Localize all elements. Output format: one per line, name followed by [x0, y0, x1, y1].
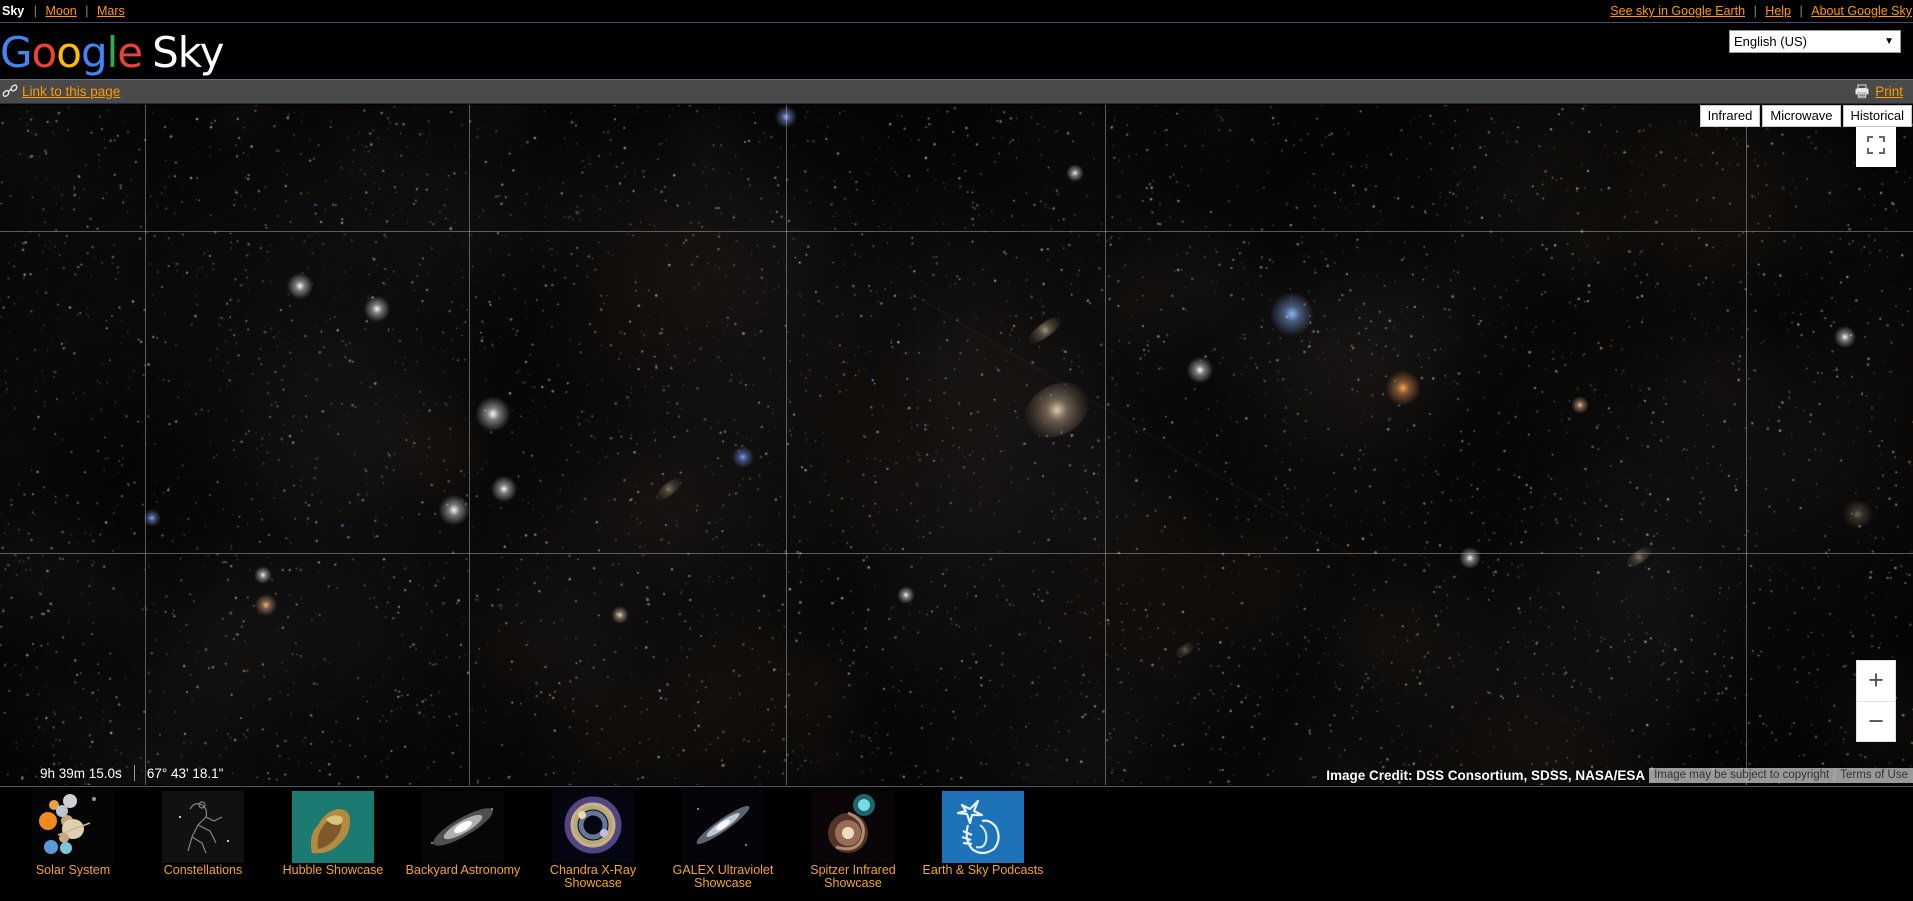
right-ascension-value: 9h 39m 15.0s [40, 766, 122, 781]
grid-line-vertical [1105, 105, 1106, 785]
copyright-note: Image may be subject to copyright [1649, 768, 1835, 783]
solar-system-thumbnail [32, 791, 114, 863]
logo-product-name: Sky [152, 28, 223, 77]
nav-see-sky-in-google-earth[interactable]: See sky in Google Earth [1609, 4, 1746, 18]
gallery-item-solar-system[interactable]: Solar System [8, 787, 138, 877]
terms-of-use-link[interactable]: Terms of Use [1835, 768, 1913, 783]
image-credit-bar: Image Credit: DSS Consortium, SDSS, NASA… [1326, 768, 1913, 783]
hubble-thumbnail [292, 791, 374, 863]
nav-separator: | [30, 4, 41, 18]
layer-button-infrared[interactable]: Infrared [1700, 105, 1761, 127]
zoom-in-button[interactable]: + [1857, 661, 1895, 702]
google-sky-logo[interactable]: GoogleSky [0, 28, 223, 77]
grid-line-vertical [469, 105, 470, 785]
zoom-controls: + − [1856, 660, 1896, 742]
gallery-item-chandra-xray-showcase[interactable]: Chandra X-Ray Showcase [528, 787, 658, 890]
chain-link-icon [2, 84, 18, 99]
layer-button-microwave[interactable]: Microwave [1762, 105, 1840, 127]
printer-icon [1854, 84, 1870, 99]
chevron-down-icon: ▼ [1884, 36, 1894, 47]
gallery-item-earth-and-sky-podcasts[interactable]: Earth & Sky Podcasts [918, 787, 1048, 877]
grid-line-vertical [1746, 105, 1747, 785]
gallery-item-constellations[interactable]: Constellations [138, 787, 268, 877]
nav-separator: | [81, 4, 92, 18]
constellations-thumbnail [162, 791, 244, 863]
galex-thumbnail [682, 791, 764, 863]
nav-help[interactable]: Help [1764, 4, 1792, 18]
logo-letter-g1: G [0, 28, 32, 77]
toolbar-right-group: Print [1854, 84, 1903, 99]
top-nav-right-links: See sky in Google Earth | Help | About G… [1609, 4, 1913, 18]
coordinate-readout: 9h 39m 15.0s 67° 43' 18.1" [0, 765, 223, 781]
top-navigation-bar: Sky | Moon | Mars See sky in Google Eart… [0, 0, 1913, 23]
nav-item-sky[interactable]: Sky [0, 4, 26, 18]
nav-item-mars[interactable]: Mars [96, 4, 126, 18]
sky-layer-buttons: Infrared Microwave Historical [1700, 105, 1912, 127]
logo-letter-o1: o [32, 28, 57, 77]
coordinate-divider [134, 765, 135, 781]
zoom-out-button[interactable]: − [1857, 702, 1895, 742]
gallery-item-label: Backyard Astronomy [406, 864, 521, 877]
earth-and-sky-thumbnail [942, 791, 1024, 863]
sky-image-canvas[interactable] [0, 105, 1913, 785]
fullscreen-button[interactable] [1856, 127, 1896, 167]
toolbar-left-group: Link to this page [2, 84, 120, 99]
logo-bar: GoogleSky English (US) ▼ [0, 24, 1913, 79]
nav-separator: | [1796, 4, 1807, 18]
showcase-gallery-strip: Solar System Constellations [0, 786, 1913, 901]
grid-line-horizontal [0, 231, 1913, 232]
gallery-item-label: Chandra X-Ray Showcase [530, 864, 656, 890]
gallery-item-galex-ultraviolet-showcase[interactable]: GALEX Ultraviolet Showcase [658, 787, 788, 890]
gallery-item-label: Spitzer Infrared Showcase [790, 864, 916, 890]
logo-letter-o2: o [56, 28, 81, 77]
top-nav-left-links: Sky | Moon | Mars [0, 4, 126, 18]
nav-item-moon[interactable]: Moon [44, 4, 77, 18]
logo-letter-l: l [107, 28, 118, 77]
gallery-item-label: GALEX Ultraviolet Showcase [660, 864, 786, 890]
backyard-astronomy-thumbnail [422, 791, 504, 863]
gallery-item-spitzer-infrared-showcase[interactable]: Spitzer Infrared Showcase [788, 787, 918, 890]
gallery-item-label: Solar System [36, 864, 110, 877]
logo-letter-g2: g [81, 28, 107, 77]
declination-value: 67° 43' 18.1" [147, 766, 224, 781]
link-to-this-page-link[interactable]: Link to this page [22, 84, 120, 99]
image-credit-text: Image Credit: DSS Consortium, SDSS, NASA… [1326, 768, 1649, 783]
nav-about-google-sky[interactable]: About Google Sky [1810, 4, 1913, 18]
language-select-value: English (US) [1734, 34, 1807, 49]
chandra-xray-thumbnail [552, 791, 634, 863]
gallery-item-label: Constellations [164, 864, 243, 877]
nav-separator: | [1750, 4, 1761, 18]
language-select[interactable]: English (US) ▼ [1729, 30, 1901, 53]
layer-button-historical[interactable]: Historical [1843, 105, 1912, 127]
print-link[interactable]: Print [1875, 84, 1903, 99]
gallery-item-label: Earth & Sky Podcasts [923, 864, 1044, 877]
logo-letter-e: e [117, 28, 142, 77]
spitzer-thumbnail [812, 791, 894, 863]
grid-line-vertical [145, 105, 146, 785]
gallery-item-label: Hubble Showcase [283, 864, 384, 877]
grid-line-vertical [786, 105, 787, 785]
gallery-item-hubble-showcase[interactable]: Hubble Showcase [268, 787, 398, 877]
sky-map-view[interactable]: Infrared Microwave Historical + − 9h 39m… [0, 105, 1913, 785]
grid-line-horizontal [0, 553, 1913, 554]
page-toolbar: Link to this page Print [0, 79, 1913, 104]
fullscreen-icon [1866, 135, 1886, 160]
gallery-item-backyard-astronomy[interactable]: Backyard Astronomy [398, 787, 528, 877]
